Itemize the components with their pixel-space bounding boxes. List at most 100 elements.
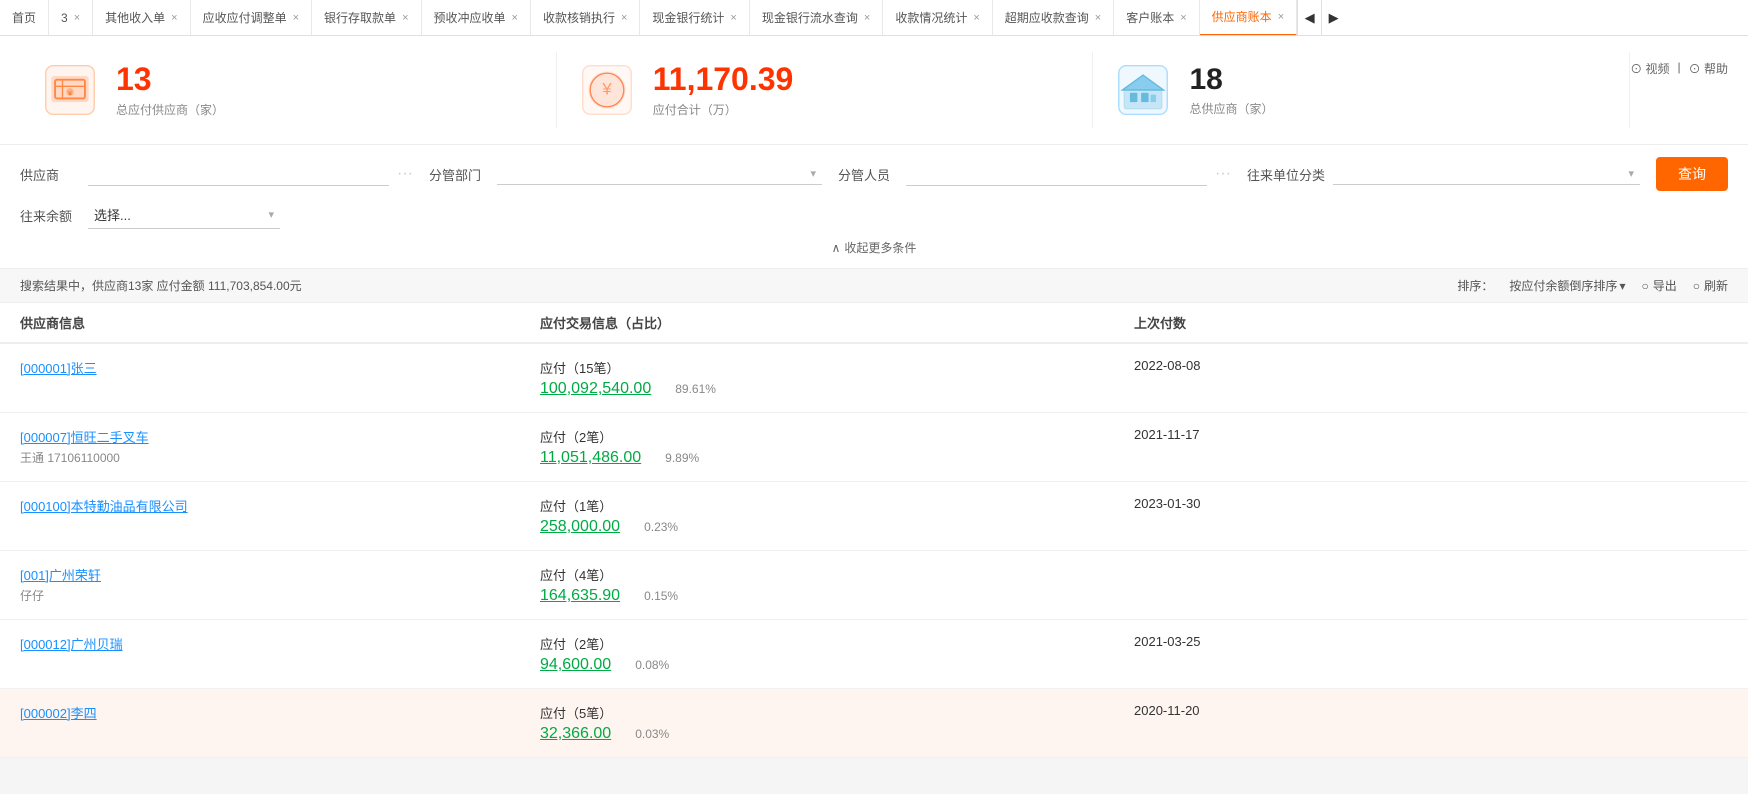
close-icon[interactable]: × xyxy=(74,12,80,24)
payable-suppliers-label: 总应付供应商（家） xyxy=(116,101,224,118)
close-icon[interactable]: × xyxy=(402,12,408,24)
last-pay-cell: 2021-03-25 xyxy=(1134,634,1728,649)
tx-amount[interactable]: 258,000.00 xyxy=(540,518,620,536)
supplier-link[interactable]: [001]广州荣轩 xyxy=(20,565,540,584)
supplier-info-cell: [001]广州荣轩 仔仔 xyxy=(20,565,540,604)
person-input[interactable] xyxy=(906,162,1207,186)
balance-filter-label: 往来余额 xyxy=(20,206,80,225)
video-link[interactable]: ⊙ 视频 xyxy=(1630,60,1669,77)
close-icon[interactable]: × xyxy=(730,12,736,24)
summary-area: ¥ 13 总应付供应商（家） ¥ 11,170.39 应付合计（万） xyxy=(0,36,1748,145)
filter-row-1: 供应商 ··· 分管部门 ▾ 分管人员 ··· 往来单位分类 ▾ 查询 xyxy=(20,157,1728,191)
supplier-info-cell: [000012]广州贝瑞 xyxy=(20,634,540,653)
total-payable-info: 11,170.39 应付合计（万） xyxy=(653,62,794,118)
supplier-dots-icon[interactable]: ··· xyxy=(397,165,413,183)
payable-suppliers-number: 13 xyxy=(116,62,224,97)
tx-amount[interactable]: 100,092,540.00 xyxy=(540,380,651,398)
tx-info-cell: 应付（4笔） 164,635.90 0.15% xyxy=(540,565,1134,605)
close-icon[interactable]: × xyxy=(973,12,979,24)
nav-tab-bank-deposit[interactable]: 银行存取款单 × xyxy=(312,0,421,36)
last-pay-cell: 2023-01-30 xyxy=(1134,496,1728,511)
export-button[interactable]: ○ 导出 xyxy=(1641,277,1676,294)
dept-dropdown-icon: ▾ xyxy=(810,167,816,180)
search-button[interactable]: 查询 xyxy=(1656,157,1728,191)
collapse-label: 收起更多条件 xyxy=(844,239,916,256)
tx-row: 应付（2笔） xyxy=(540,634,1134,653)
tx-info-cell: 应付（1笔） 258,000.00 0.23% xyxy=(540,496,1134,536)
supplier-link[interactable]: [000007]恒旺二手叉车 xyxy=(20,427,540,446)
nav-tab-collection-stat-label: 收款情况统计 xyxy=(895,9,967,26)
nav-tab-overdue[interactable]: 超期应收款查询 × xyxy=(993,0,1114,36)
supplier-input[interactable] xyxy=(88,162,389,186)
close-icon[interactable]: × xyxy=(512,12,518,24)
nav-tab-collection-stat[interactable]: 收款情况统计 × xyxy=(883,0,992,36)
balance-select[interactable]: 选择... ▾ xyxy=(88,201,280,229)
nav-tab-home[interactable]: 首页 xyxy=(0,0,49,36)
category-select[interactable]: ▾ xyxy=(1333,163,1640,185)
help-link[interactable]: ⊙ 帮助 xyxy=(1689,60,1728,77)
nav-next-arrow[interactable]: ▶ xyxy=(1321,0,1345,36)
person-dots-icon[interactable]: ··· xyxy=(1215,165,1231,183)
refresh-label: 刷新 xyxy=(1704,277,1728,294)
close-icon[interactable]: × xyxy=(1278,11,1284,23)
refresh-button[interactable]: ○ 刷新 xyxy=(1693,277,1728,294)
nav-tab-overdue-label: 超期应收款查询 xyxy=(1005,9,1089,26)
sort-dropdown-icon: ▾ xyxy=(1619,279,1625,293)
tx-amount-row: 164,635.90 0.15% xyxy=(540,587,1134,605)
close-icon[interactable]: × xyxy=(864,12,870,24)
collapse-chevron-icon: ∧ xyxy=(832,241,841,255)
collapse-button[interactable]: ∧ 收起更多条件 xyxy=(832,239,917,256)
dept-select[interactable]: ▾ xyxy=(497,163,822,185)
close-icon[interactable]: × xyxy=(1180,12,1186,24)
result-bar: 搜索结果中，供应商13家 应付金额 111,703,854.00元 排序： 按应… xyxy=(0,269,1748,303)
top-right-links: ⊙ 视频 | ⊙ 帮助 xyxy=(1630,52,1728,128)
tx-amount[interactable]: 94,600.00 xyxy=(540,656,611,674)
export-icon: ○ xyxy=(1641,279,1648,293)
table-row[interactable]: [000012]广州贝瑞 应付（2笔） 94,600.00 0.08% 2021… xyxy=(0,620,1748,689)
filter-supplier: 供应商 ··· xyxy=(20,162,413,186)
last-pay-date: 2022-08-08 xyxy=(1134,358,1201,373)
tx-amount[interactable]: 164,635.90 xyxy=(540,587,620,605)
nav-tab-other-income[interactable]: 其他收入单 × xyxy=(93,0,190,36)
close-icon[interactable]: × xyxy=(171,12,177,24)
nav-prev-arrow[interactable]: ◀ xyxy=(1297,0,1321,36)
nav-tab-3[interactable]: 3 × xyxy=(49,0,93,36)
supplier-link[interactable]: [000001]张三 xyxy=(20,358,540,377)
nav-tab-supplier-ledger[interactable]: 供应商账本 × xyxy=(1200,0,1297,36)
tx-percent: 0.03% xyxy=(635,727,669,741)
close-icon[interactable]: × xyxy=(621,12,627,24)
tx-amount[interactable]: 32,366.00 xyxy=(540,725,611,743)
nav-tab-other-income-label: 其他收入单 xyxy=(105,9,165,26)
supplier-info-cell: [000002]李四 xyxy=(20,703,540,722)
nav-tab-cash-bank-flow[interactable]: 现金银行流水查询 × xyxy=(750,0,883,36)
nav-tab-collection[interactable]: 收款核销执行 × xyxy=(531,0,640,36)
table-row[interactable]: [000007]恒旺二手叉车 王通 17106110000 应付（2笔） 11,… xyxy=(0,413,1748,482)
last-pay-date: 2021-03-25 xyxy=(1134,634,1201,649)
supplier-link[interactable]: [000012]广州贝瑞 xyxy=(20,634,540,653)
nav-tab-supplier-ledger-label: 供应商账本 xyxy=(1212,8,1272,25)
tx-amount[interactable]: 11,051,486.00 xyxy=(540,449,641,467)
nav-tab-prepay[interactable]: 预收冲应收单 × xyxy=(422,0,531,36)
nav-tab-ar-adjust[interactable]: 应收应付调整单 × xyxy=(191,0,312,36)
supplier-link[interactable]: [000002]李四 xyxy=(20,703,540,722)
tx-row: 应付（5笔） xyxy=(540,703,1134,722)
tx-row: 应付（15笔） xyxy=(540,358,1134,377)
tx-amount-row: 100,092,540.00 89.61% xyxy=(540,380,1134,398)
sort-select[interactable]: 按应付余额倒序排序 ▾ xyxy=(1509,277,1625,294)
nav-tab-cash-bank-stat[interactable]: 现金银行统计 × xyxy=(640,0,749,36)
tx-info-cell: 应付（15笔） 100,092,540.00 89.61% xyxy=(540,358,1134,398)
close-icon[interactable]: × xyxy=(1095,12,1101,24)
col-header-tx: 应付交易信息（占比） xyxy=(540,313,1134,332)
table-row[interactable]: [000001]张三 应付（15笔） 100,092,540.00 89.61%… xyxy=(0,344,1748,413)
table-row[interactable]: [000002]李四 应付（5笔） 32,366.00 0.03% 2020-1… xyxy=(0,689,1748,758)
dept-filter-label: 分管部门 xyxy=(429,165,489,184)
supplier-info-cell: [000001]张三 xyxy=(20,358,540,377)
table-header: 供应商信息 应付交易信息（占比） 上次付数 xyxy=(0,303,1748,344)
table-row[interactable]: [000100]本特勤油品有限公司 应付（1笔） 258,000.00 0.23… xyxy=(0,482,1748,551)
filter-dept: 分管部门 ▾ xyxy=(429,163,822,185)
table-row[interactable]: [001]广州荣轩 仔仔 应付（4笔） 164,635.90 0.15% xyxy=(0,551,1748,620)
nav-tab-customer-ledger[interactable]: 客户账本 × xyxy=(1114,0,1199,36)
supplier-link[interactable]: [000100]本特勤油品有限公司 xyxy=(20,496,540,515)
close-icon[interactable]: × xyxy=(293,12,299,24)
sep-divider: | xyxy=(1678,60,1681,74)
